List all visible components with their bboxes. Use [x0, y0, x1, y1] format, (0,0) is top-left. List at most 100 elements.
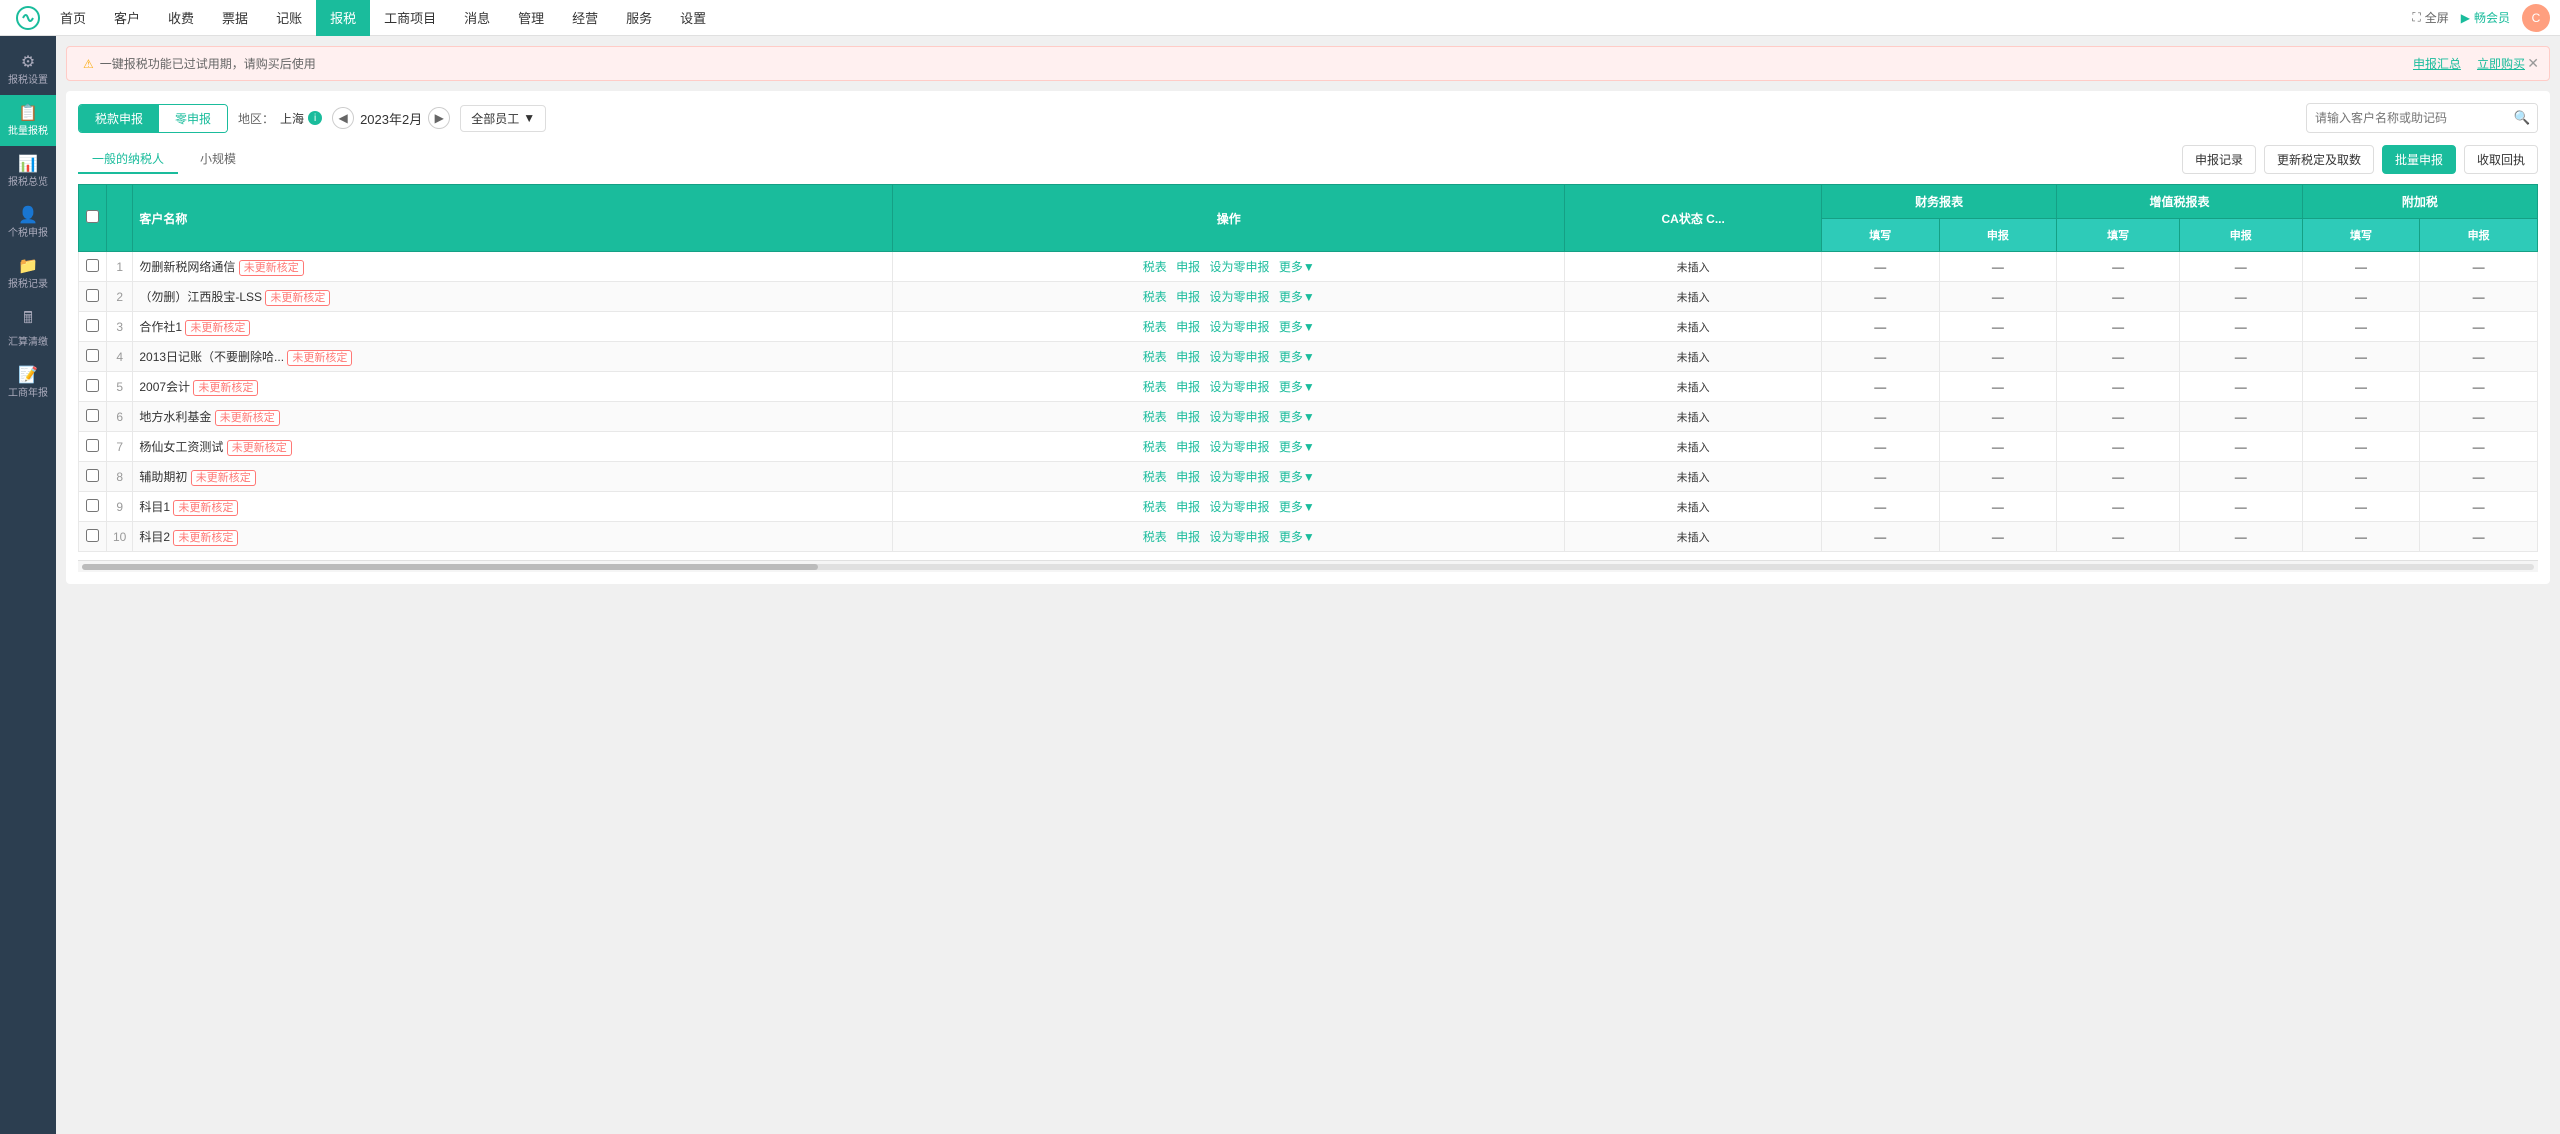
op-zero-declare[interactable]: 设为零申报 — [1209, 380, 1269, 394]
row-checkbox[interactable] — [86, 529, 99, 542]
banner-link-summary[interactable]: 申报汇总 — [2413, 55, 2461, 72]
sidebar-item-tax-records[interactable]: 📁 报税记录 — [0, 248, 56, 299]
row-checkbox[interactable] — [86, 409, 99, 422]
horizontal-scrollbar[interactable] — [78, 560, 2538, 572]
region-info-icon[interactable]: i — [308, 111, 322, 125]
row-num: 7 — [107, 432, 133, 462]
op-tax-table[interactable]: 税表 — [1143, 440, 1167, 454]
date-next-button[interactable]: ▶ — [428, 107, 450, 129]
nav-settings[interactable]: 设置 — [666, 0, 720, 36]
op-tax-table[interactable]: 税表 — [1143, 260, 1167, 274]
row-add-fill: — — [2302, 432, 2420, 462]
sidebar-item-biz-annual[interactable]: 📝 工商年报 — [0, 357, 56, 408]
op-tax-table[interactable]: 税表 — [1143, 380, 1167, 394]
op-declare[interactable]: 申报 — [1176, 500, 1200, 514]
op-more[interactable]: 更多▼ — [1279, 260, 1315, 274]
op-zero-declare[interactable]: 设为零申报 — [1209, 440, 1269, 454]
op-more[interactable]: 更多▼ — [1279, 320, 1315, 334]
op-more[interactable]: 更多▼ — [1279, 440, 1315, 454]
op-more[interactable]: 更多▼ — [1279, 530, 1315, 544]
sidebar-item-calc-clear[interactable]: 🖩 汇算清缴 — [0, 299, 56, 357]
nav-invoice[interactable]: 票据 — [208, 0, 262, 36]
op-zero-declare[interactable]: 设为零申报 — [1209, 470, 1269, 484]
declare-record-button[interactable]: 申报记录 — [2182, 145, 2256, 174]
tab-declare[interactable]: 税款申报 — [79, 105, 159, 132]
nav-fee[interactable]: 收费 — [154, 0, 208, 36]
retrieve-button[interactable]: 收取回执 — [2464, 145, 2538, 174]
op-declare[interactable]: 申报 — [1176, 380, 1200, 394]
op-tax-table[interactable]: 税表 — [1143, 410, 1167, 424]
op-tax-table[interactable]: 税表 — [1143, 350, 1167, 364]
avatar[interactable]: C — [2522, 4, 2550, 32]
op-zero-declare[interactable]: 设为零申报 — [1209, 350, 1269, 364]
row-checkbox[interactable] — [86, 379, 99, 392]
op-more[interactable]: 更多▼ — [1279, 380, 1315, 394]
logo[interactable] — [10, 0, 46, 36]
op-declare[interactable]: 申报 — [1176, 260, 1200, 274]
nav-message[interactable]: 消息 — [450, 0, 504, 36]
sidebar-item-batch-tax[interactable]: 📋 批量报税 — [0, 95, 56, 146]
row-add-declare: — — [2420, 312, 2538, 342]
op-more[interactable]: 更多▼ — [1279, 410, 1315, 424]
row-operations: 税表 申报 设为零申报 更多▼ — [893, 522, 1565, 552]
op-declare[interactable]: 申报 — [1176, 470, 1200, 484]
select-all-checkbox[interactable] — [86, 210, 99, 223]
banner-link-buy[interactable]: 立即购买 — [2477, 55, 2525, 72]
op-more[interactable]: 更多▼ — [1279, 500, 1315, 514]
op-more[interactable]: 更多▼ — [1279, 350, 1315, 364]
op-declare[interactable]: 申报 — [1176, 440, 1200, 454]
op-declare[interactable]: 申报 — [1176, 290, 1200, 304]
op-declare[interactable]: 申报 — [1176, 410, 1200, 424]
nav-home[interactable]: 首页 — [46, 0, 100, 36]
op-tax-table[interactable]: 税表 — [1143, 320, 1167, 334]
row-checkbox[interactable] — [86, 439, 99, 452]
nav-operation[interactable]: 经营 — [558, 0, 612, 36]
op-tax-table[interactable]: 税表 — [1143, 290, 1167, 304]
op-more[interactable]: 更多▼ — [1279, 470, 1315, 484]
nav-bookkeeping[interactable]: 记账 — [262, 0, 316, 36]
row-checkbox[interactable] — [86, 349, 99, 362]
row-checkbox[interactable] — [86, 319, 99, 332]
update-tax-rate-button[interactable]: 更新税定及取数 — [2264, 145, 2374, 174]
tab-general-taxpayer[interactable]: 一般的纳税人 — [78, 145, 178, 174]
batch-declare-button[interactable]: 批量申报 — [2382, 145, 2456, 174]
op-tax-table[interactable]: 税表 — [1143, 530, 1167, 544]
op-zero-declare[interactable]: 设为零申报 — [1209, 260, 1269, 274]
op-tax-table[interactable]: 税表 — [1143, 500, 1167, 514]
row-checkbox[interactable] — [86, 499, 99, 512]
op-zero-declare[interactable]: 设为零申报 — [1209, 290, 1269, 304]
tab-small-scale[interactable]: 小规模 — [186, 145, 250, 174]
op-tax-table[interactable]: 税表 — [1143, 470, 1167, 484]
nav-client[interactable]: 客户 — [100, 0, 154, 36]
staff-selector[interactable]: 全部员工 ▼ — [460, 105, 546, 132]
op-zero-declare[interactable]: 设为零申报 — [1209, 530, 1269, 544]
search-button[interactable]: 🔍 — [2507, 104, 2537, 132]
row-checkbox[interactable] — [86, 259, 99, 272]
sidebar-item-personal-tax[interactable]: 👤 个税申报 — [0, 197, 56, 248]
nav-service[interactable]: 服务 — [612, 0, 666, 36]
op-declare[interactable]: 申报 — [1176, 530, 1200, 544]
tab-zero-declare[interactable]: 零申报 — [159, 105, 227, 132]
row-add-fill: — — [2302, 522, 2420, 552]
row-operations: 税表 申报 设为零申报 更多▼ — [893, 282, 1565, 312]
op-declare[interactable]: 申报 — [1176, 350, 1200, 364]
op-zero-declare[interactable]: 设为零申报 — [1209, 410, 1269, 424]
fullscreen-button[interactable]: ⛶ 全屏 — [2412, 9, 2448, 26]
upgrade-button[interactable]: ▶ 畅会员 — [2461, 9, 2510, 26]
row-client-name: 辅助期初 未更新核定 — [133, 462, 893, 492]
op-more[interactable]: 更多▼ — [1279, 290, 1315, 304]
row-checkbox[interactable] — [86, 289, 99, 302]
nav-biz[interactable]: 工商项目 — [370, 0, 450, 36]
op-declare[interactable]: 申报 — [1176, 320, 1200, 334]
row-tax-fill: — — [2057, 342, 2180, 372]
date-prev-button[interactable]: ◀ — [332, 107, 354, 129]
sidebar-item-tax-settings[interactable]: ⚙ 报税设置 — [0, 44, 56, 95]
nav-tax[interactable]: 报税 — [316, 0, 370, 36]
banner-close-button[interactable]: ✕ — [2527, 55, 2539, 72]
sidebar-item-tax-overview[interactable]: 📊 报税总览 — [0, 146, 56, 197]
op-zero-declare[interactable]: 设为零申报 — [1209, 500, 1269, 514]
row-checkbox[interactable] — [86, 469, 99, 482]
nav-manage[interactable]: 管理 — [504, 0, 558, 36]
op-zero-declare[interactable]: 设为零申报 — [1209, 320, 1269, 334]
search-input[interactable] — [2307, 107, 2507, 129]
